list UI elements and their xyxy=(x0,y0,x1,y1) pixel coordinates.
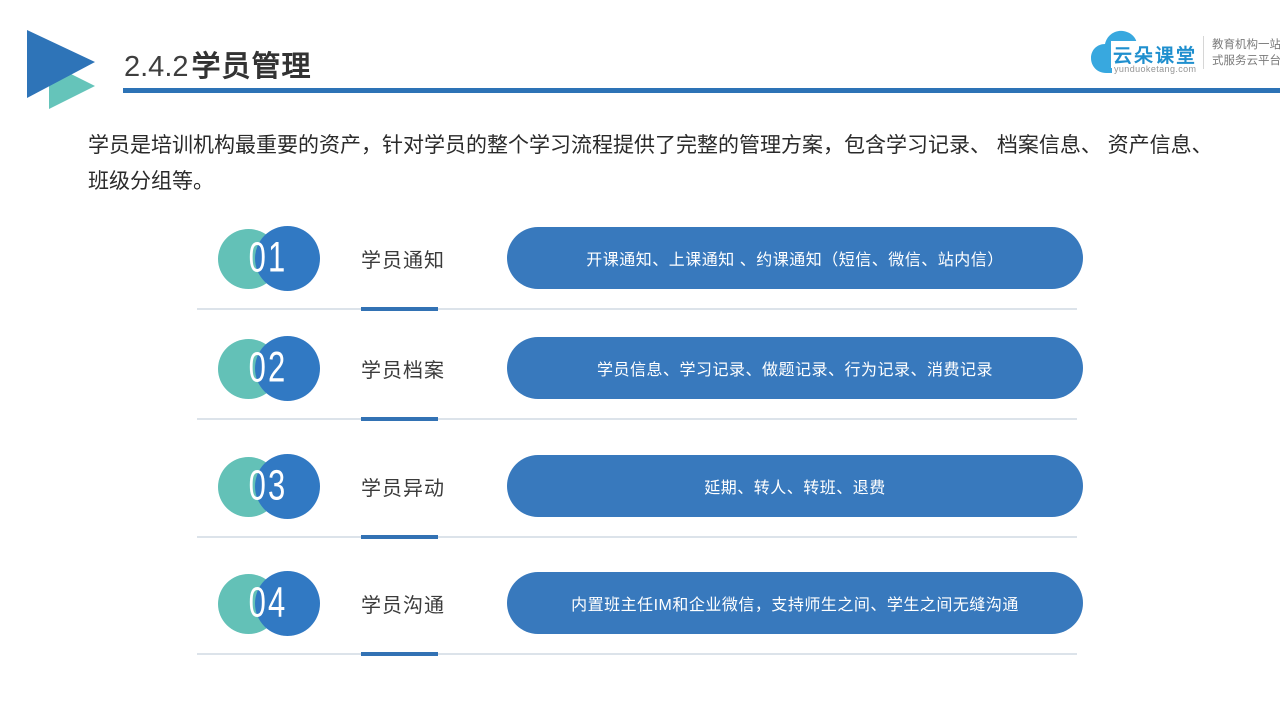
divider-line xyxy=(197,536,1077,538)
feature-row-4: 04 学员沟通 内置班主任IM和企业微信，支持师生之间、学生之间无缝沟通 xyxy=(197,557,1083,674)
step-number: 01 xyxy=(232,234,304,283)
step-badge: 02 xyxy=(218,336,320,402)
step-badge: 04 xyxy=(218,571,320,637)
brand-domain: yunduoketang.com xyxy=(1112,64,1198,74)
brand-separator xyxy=(1203,36,1204,69)
section-number: 2.4.2 xyxy=(124,51,189,83)
row-divider xyxy=(197,535,1077,539)
divider-accent xyxy=(361,535,438,539)
step-number: 03 xyxy=(232,462,304,511)
divider-line xyxy=(197,308,1077,310)
step-number: 04 xyxy=(232,579,304,628)
feature-row-3: 03 学员异动 延期、转人、转班、退费 xyxy=(197,440,1083,557)
row-divider xyxy=(197,307,1077,311)
feature-label: 学员异动 xyxy=(361,472,471,501)
slide: 2.4.2学员管理 云朵课堂 yunduoketang.com 教育机构一站 式… xyxy=(0,0,1280,720)
feature-detail-text: 内置班主任IM和企业微信，支持师生之间、学生之间无缝沟通 xyxy=(571,591,1019,615)
feature-detail-pill: 学员信息、学习记录、做题记录、行为记录、消费记录 xyxy=(507,337,1083,399)
step-badge: 03 xyxy=(218,454,320,520)
divider-line xyxy=(197,653,1077,655)
feature-row-1: 01 学员通知 开课通知、上课通知 、约课通知（短信、微信、站内信） xyxy=(197,212,1083,329)
brand-tagline-line2: 式服务云平台 xyxy=(1212,53,1280,69)
feature-detail-pill: 开课通知、上课通知 、约课通知（短信、微信、站内信） xyxy=(507,227,1083,289)
feature-list: 01 学员通知 开课通知、上课通知 、约课通知（短信、微信、站内信） 02 学员… xyxy=(197,0,1083,720)
feature-label: 学员档案 xyxy=(361,354,471,383)
divider-accent xyxy=(361,417,438,421)
divider-accent xyxy=(361,307,438,311)
brand-logo: 云朵课堂 yunduoketang.com 教育机构一站 式服务云平台 xyxy=(1085,26,1280,81)
step-badge: 01 xyxy=(218,226,320,292)
row-divider xyxy=(197,652,1077,656)
feature-detail-text: 延期、转人、转班、退费 xyxy=(704,474,886,498)
feature-label: 学员沟通 xyxy=(361,589,471,618)
step-number: 02 xyxy=(232,344,304,393)
brand-tagline-line1: 教育机构一站 xyxy=(1212,37,1280,53)
brand-tagline: 教育机构一站 式服务云平台 xyxy=(1212,37,1280,69)
feature-detail-pill: 内置班主任IM和企业微信，支持师生之间、学生之间无缝沟通 xyxy=(507,572,1083,634)
feature-detail-text: 开课通知、上课通知 、约课通知（短信、微信、站内信） xyxy=(586,246,1003,270)
feature-detail-pill: 延期、转人、转班、退费 xyxy=(507,455,1083,517)
feature-detail-text: 学员信息、学习记录、做题记录、行为记录、消费记录 xyxy=(597,356,993,380)
feature-row-2: 02 学员档案 学员信息、学习记录、做题记录、行为记录、消费记录 xyxy=(197,322,1083,439)
divider-accent xyxy=(361,652,438,656)
divider-line xyxy=(197,418,1077,420)
feature-label: 学员通知 xyxy=(361,244,471,273)
row-divider xyxy=(197,417,1077,421)
